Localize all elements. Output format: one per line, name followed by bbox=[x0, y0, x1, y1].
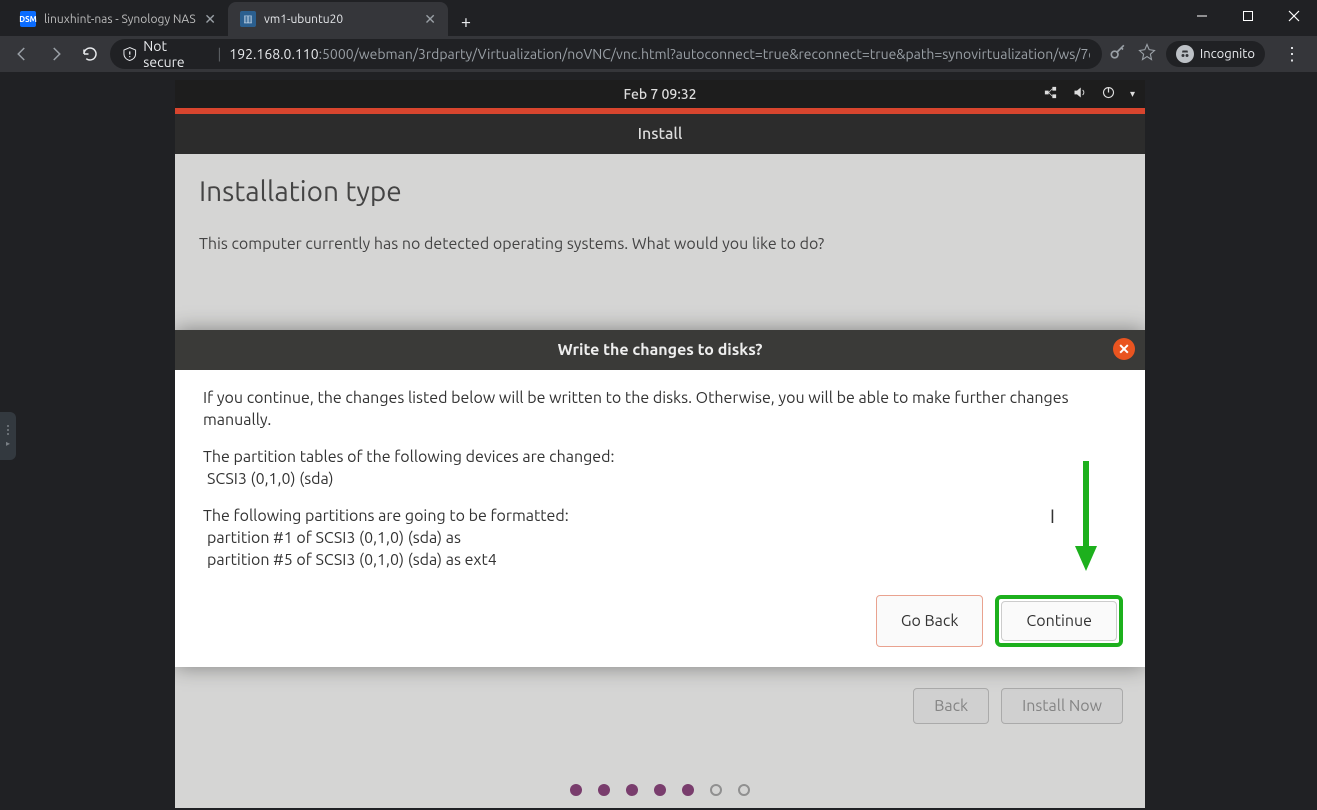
formatted-line-2: partition #5 of SCSI3 (0,1,0) (sda) as e… bbox=[203, 551, 497, 569]
progress-dot bbox=[682, 784, 694, 796]
tab-favicon-vnc-icon: ▥ bbox=[240, 11, 256, 27]
installer-back-button[interactable]: Back bbox=[913, 688, 989, 724]
progress-dots bbox=[570, 784, 750, 796]
formatted-header: The following partitions are going to be… bbox=[203, 507, 569, 525]
gnome-top-bar: Feb 7 09:32 ▾ bbox=[175, 80, 1145, 108]
window-maximize-button[interactable] bbox=[1225, 0, 1271, 32]
progress-dot bbox=[598, 784, 610, 796]
bookmark-star-icon[interactable] bbox=[1138, 43, 1156, 65]
incognito-label: Incognito bbox=[1200, 47, 1255, 61]
progress-dot bbox=[710, 784, 722, 796]
gnome-clock[interactable]: Feb 7 09:32 bbox=[623, 86, 696, 102]
dialog-title: Write the changes to disks? bbox=[558, 341, 763, 359]
installer-question: This computer currently has no detected … bbox=[199, 235, 1121, 253]
browser-tab-0[interactable]: DSM linuxhint-nas - Synology NAS ✕ bbox=[8, 2, 228, 36]
incognito-badge[interactable]: Incognito bbox=[1166, 41, 1265, 67]
incognito-icon bbox=[1176, 45, 1194, 63]
browser-toolbar: Not secure | 192.168.0.110:5000/webman/3… bbox=[0, 36, 1317, 72]
nav-back-button[interactable] bbox=[8, 40, 36, 68]
nav-reload-button[interactable] bbox=[76, 40, 104, 68]
new-tab-button[interactable]: + bbox=[452, 8, 480, 36]
tab-favicon-dsm-icon: DSM bbox=[20, 11, 36, 27]
installer-window-title: Install bbox=[175, 114, 1145, 154]
tab-strip: DSM linuxhint-nas - Synology NAS ✕ ▥ vm1… bbox=[0, 0, 1317, 36]
partition-tables-header: The partition tables of the following de… bbox=[203, 448, 614, 466]
system-menu-caret-icon[interactable]: ▾ bbox=[1130, 88, 1135, 100]
progress-dot bbox=[570, 784, 582, 796]
annotation-arrow-icon bbox=[1071, 456, 1101, 576]
guest-desktop[interactable]: Feb 7 09:32 ▾ Install Installation type … bbox=[175, 80, 1145, 808]
browser-tab-1[interactable]: ▥ vm1-ubuntu20 ✕ bbox=[228, 2, 448, 36]
annotation-highlight: Continue bbox=[995, 595, 1123, 647]
progress-dot bbox=[654, 784, 666, 796]
partition-tables-device: SCSI3 (0,1,0) (sda) bbox=[203, 470, 334, 488]
nav-forward-button[interactable] bbox=[42, 40, 70, 68]
dialog-body: If you continue, the changes listed belo… bbox=[175, 370, 1145, 595]
network-icon[interactable] bbox=[1043, 85, 1058, 103]
address-bar[interactable]: Not secure | 192.168.0.110:5000/webman/3… bbox=[110, 39, 1102, 69]
tab-close-icon[interactable]: ✕ bbox=[424, 11, 436, 28]
dialog-close-button[interactable]: ✕ bbox=[1113, 338, 1135, 360]
dialog-go-back-button[interactable]: Go Back bbox=[876, 595, 984, 647]
window-minimize-button[interactable] bbox=[1179, 0, 1225, 32]
security-label: Not secure bbox=[143, 38, 209, 70]
dialog-intro: If you continue, the changes listed belo… bbox=[203, 388, 1117, 431]
browser-menu-button[interactable]: ⋮ bbox=[1275, 44, 1309, 65]
address-divider: | bbox=[218, 46, 222, 62]
progress-dot bbox=[626, 784, 638, 796]
text-cursor-icon: I bbox=[1050, 502, 1055, 529]
write-changes-dialog: Write the changes to disks? ✕ If you con… bbox=[175, 330, 1145, 667]
formatted-line-1: partition #1 of SCSI3 (0,1,0) (sda) as bbox=[203, 529, 461, 547]
page-title: Installation type bbox=[199, 176, 1121, 207]
site-security-indicator[interactable]: Not secure bbox=[122, 38, 210, 70]
tab-close-icon[interactable]: ✕ bbox=[204, 11, 216, 28]
progress-dot bbox=[738, 784, 750, 796]
dialog-title-bar: Write the changes to disks? ✕ bbox=[175, 330, 1145, 370]
tab-title: vm1-ubuntu20 bbox=[264, 13, 416, 26]
installer-install-now-button[interactable]: Install Now bbox=[1001, 688, 1123, 724]
tab-title: linuxhint-nas - Synology NAS bbox=[44, 13, 196, 26]
dialog-continue-button[interactable]: Continue bbox=[1001, 601, 1117, 641]
password-key-icon[interactable] bbox=[1108, 42, 1128, 66]
url-text: 192.168.0.110:5000/webman/3rdparty/Virtu… bbox=[229, 46, 1090, 62]
window-close-button[interactable] bbox=[1271, 0, 1317, 32]
power-icon[interactable] bbox=[1101, 85, 1116, 103]
novnc-control-handle[interactable]: ▸ bbox=[0, 412, 16, 460]
vnc-viewport: ▸ Feb 7 09:32 ▾ Install Installation typ… bbox=[0, 72, 1317, 810]
volume-icon[interactable] bbox=[1072, 85, 1087, 103]
